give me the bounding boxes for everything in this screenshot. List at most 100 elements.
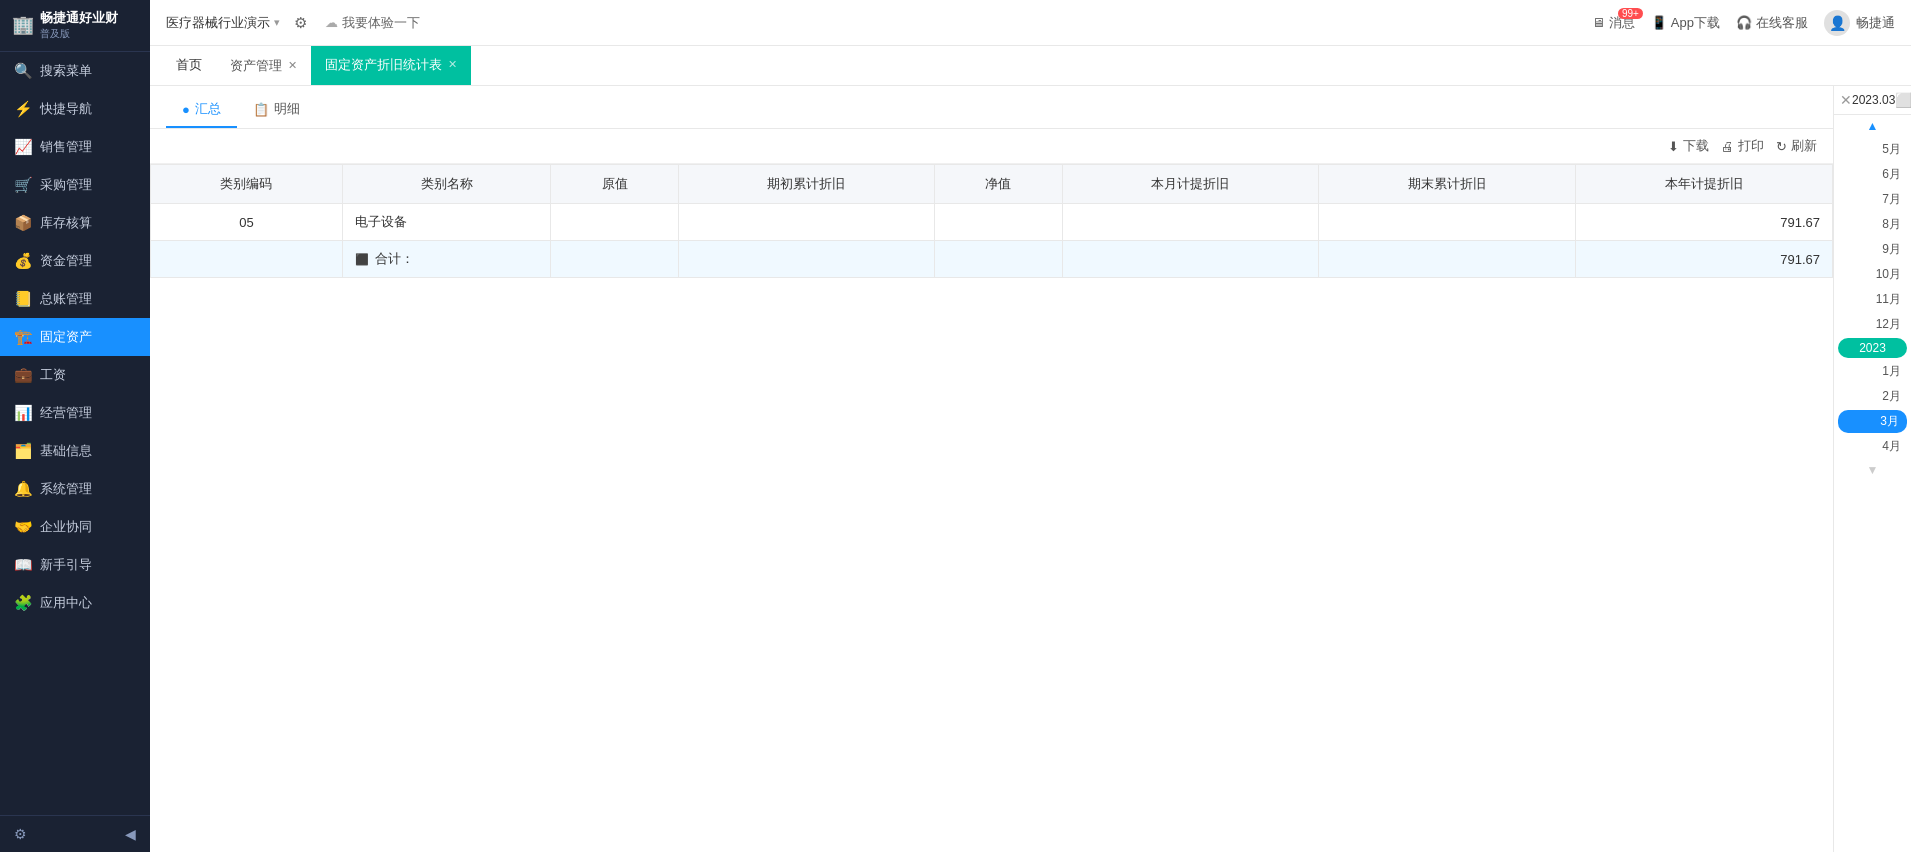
experience-label: 我要体验一下 — [342, 14, 420, 32]
sidebar-item-label: 应用中心 — [40, 594, 92, 612]
main-panel: ● 汇总 📋 明细 ⬇ 下载 🖨 打印 ↻ — [150, 86, 1833, 852]
month-item-6[interactable]: 6月 — [1834, 162, 1911, 187]
sidebar-item-quick-nav[interactable]: ⚡ 快捷导航 — [0, 90, 150, 128]
messages-button[interactable]: 🖥 消息 99+ — [1592, 14, 1635, 32]
ledger-icon: 📒 — [14, 290, 32, 308]
summary-label: ⬛ 合计： — [342, 241, 550, 278]
month-item-1[interactable]: 1月 — [1834, 359, 1911, 384]
collab-icon: 🤝 — [14, 518, 32, 536]
month-item-12[interactable]: 12月 — [1834, 312, 1911, 337]
sidebar-subtitle: 普及版 — [40, 27, 118, 41]
customer-service-button[interactable]: 🎧 在线客服 — [1736, 14, 1808, 32]
month-item-4[interactable]: 4月 — [1834, 434, 1911, 459]
basic-info-icon: 🗂️ — [14, 442, 32, 460]
tab-depreciation-table[interactable]: 固定资产折旧统计表 ✕ — [311, 46, 471, 85]
sys-mgmt-icon: 🔔 — [14, 480, 32, 498]
sidebar-item-finance[interactable]: 💰 资金管理 — [0, 242, 150, 280]
sidebar-item-guide[interactable]: 📖 新手引导 — [0, 546, 150, 584]
sidebar-item-salary[interactable]: 💼 工资 — [0, 356, 150, 394]
customer-service-label: 在线客服 — [1756, 14, 1808, 32]
company-selector[interactable]: 医疗器械行业演示 ▾ — [166, 14, 280, 32]
sidebar-item-collab[interactable]: 🤝 企业协同 — [0, 508, 150, 546]
download-button[interactable]: ⬇ 下载 — [1668, 137, 1709, 155]
summary-opening-depr — [678, 241, 935, 278]
sub-tab-summary[interactable]: ● 汇总 — [166, 94, 237, 128]
col-closing-depreciation: 期末累计折旧 — [1319, 165, 1576, 204]
month-item-5[interactable]: 5月 — [1834, 137, 1911, 162]
collapse-sidebar-button[interactable]: ◀ — [125, 826, 136, 842]
sub-tab-detail[interactable]: 📋 明细 — [237, 94, 316, 128]
chevron-down-icon: ▾ — [274, 16, 280, 29]
expand-icon[interactable]: ⬜ — [1895, 92, 1911, 108]
tab-asset-mgmt[interactable]: 资产管理 ✕ — [216, 46, 311, 85]
sidebar-item-sales[interactable]: 📈 销售管理 — [0, 128, 150, 166]
summary-net-value — [935, 241, 1062, 278]
side-panel-close-button[interactable]: ✕ — [1840, 92, 1852, 108]
summary-annual-depr: 791.67 — [1576, 241, 1833, 278]
month-item-7[interactable]: 7月 — [1834, 187, 1911, 212]
row-name: 电子设备 — [342, 204, 550, 241]
sidebar-item-purchase[interactable]: 🛒 采购管理 — [0, 166, 150, 204]
sidebar-footer: ⚙ ◀ — [0, 815, 150, 852]
sidebar-item-label: 经营管理 — [40, 404, 92, 422]
tabs-bar: 首页 资产管理 ✕ 固定资产折旧统计表 ✕ — [150, 46, 1911, 86]
prev-year-button[interactable]: ▲ — [1834, 115, 1911, 137]
finance-icon: 💰 — [14, 252, 32, 270]
month-item-3[interactable]: 3月 — [1838, 410, 1907, 433]
sidebar-item-label: 快捷导航 — [40, 100, 92, 118]
topbar-right: 🖥 消息 99+ 📱 App下载 🎧 在线客服 👤 畅捷通 — [1592, 10, 1895, 36]
app-download-button[interactable]: 📱 App下载 — [1651, 14, 1720, 32]
summary-closing-depr — [1319, 241, 1576, 278]
tab-depreciation-close[interactable]: ✕ — [448, 58, 457, 71]
messages-badge: 99+ — [1618, 8, 1643, 19]
tab-home[interactable]: 首页 — [162, 46, 216, 85]
sub-tab-summary-label: 汇总 — [195, 100, 221, 118]
sidebar-item-inventory[interactable]: 📦 库存核算 — [0, 204, 150, 242]
user-menu[interactable]: 👤 畅捷通 — [1824, 10, 1895, 36]
month-item-8[interactable]: 8月 — [1834, 212, 1911, 237]
refresh-icon: ↻ — [1776, 139, 1787, 154]
sidebar-item-ledger[interactable]: 📒 总账管理 — [0, 280, 150, 318]
app-download-icon: 📱 — [1651, 15, 1667, 30]
month-item-9[interactable]: 9月 — [1834, 237, 1911, 262]
settings-icon[interactable]: ⚙ — [14, 826, 27, 842]
sidebar-item-label: 新手引导 — [40, 556, 92, 574]
month-item-2[interactable]: 2月 — [1834, 384, 1911, 409]
sidebar-item-fixed-assets[interactable]: 🏗️ 固定资产 — [0, 318, 150, 356]
app-center-icon: 🧩 — [14, 594, 32, 612]
month-item-10[interactable]: 10月 — [1834, 262, 1911, 287]
headset-icon: 🎧 — [1736, 15, 1752, 30]
experience-button[interactable]: ☁ 我要体验一下 — [325, 14, 420, 32]
sidebar-item-app-center[interactable]: 🧩 应用中心 — [0, 584, 150, 622]
tab-asset-mgmt-close[interactable]: ✕ — [288, 59, 297, 72]
summary-monthly-depr — [1062, 241, 1319, 278]
sub-tabs: ● 汇总 📋 明细 — [150, 86, 1833, 129]
refresh-label: 刷新 — [1791, 137, 1817, 155]
sidebar-item-ops[interactable]: 📊 经营管理 — [0, 394, 150, 432]
main-area: 医疗器械行业演示 ▾ ⚙ ☁ 我要体验一下 🖥 消息 99+ 📱 App下载 🎧… — [150, 0, 1911, 852]
logo-icon: 🏢 — [12, 14, 34, 36]
sidebar-item-search[interactable]: 🔍 搜索菜单 — [0, 52, 150, 90]
ops-icon: 📊 — [14, 404, 32, 422]
tab-asset-mgmt-label: 资产管理 — [230, 57, 282, 75]
print-button[interactable]: 🖨 打印 — [1721, 137, 1764, 155]
col-original-value: 原值 — [551, 165, 678, 204]
sidebar-item-label: 搜索菜单 — [40, 62, 92, 80]
gear-icon[interactable]: ⚙ — [294, 14, 307, 32]
sidebar-item-sys-mgmt[interactable]: 🔔 系统管理 — [0, 470, 150, 508]
month-item-11[interactable]: 11月 — [1834, 287, 1911, 312]
year-2023-label[interactable]: 2023 — [1838, 338, 1907, 358]
sidebar-item-basic-info[interactable]: 🗂️ 基础信息 — [0, 432, 150, 470]
tab-depreciation-label: 固定资产折旧统计表 — [325, 56, 442, 74]
col-monthly-depreciation: 本月计提折旧 — [1062, 165, 1319, 204]
sidebar-nav: 🔍 搜索菜单 ⚡ 快捷导航 📈 销售管理 🛒 采购管理 📦 库存核算 💰 资金管… — [0, 52, 150, 815]
sales-icon: 📈 — [14, 138, 32, 156]
next-year-button[interactable]: ▼ — [1834, 459, 1911, 481]
salary-icon: 💼 — [14, 366, 32, 384]
tab-home-label: 首页 — [176, 56, 202, 74]
summary-row: ⬛ 合计： 791.67 — [151, 241, 1833, 278]
refresh-button[interactable]: ↻ 刷新 — [1776, 137, 1817, 155]
side-panel-title: 2023.03 — [1852, 93, 1895, 107]
year-month-list: ▲ 5月 6月 7月 8月 9月 10月 11月 12月 2023 1月 2月 … — [1834, 115, 1911, 852]
summary-tab-icon: ● — [182, 102, 190, 117]
